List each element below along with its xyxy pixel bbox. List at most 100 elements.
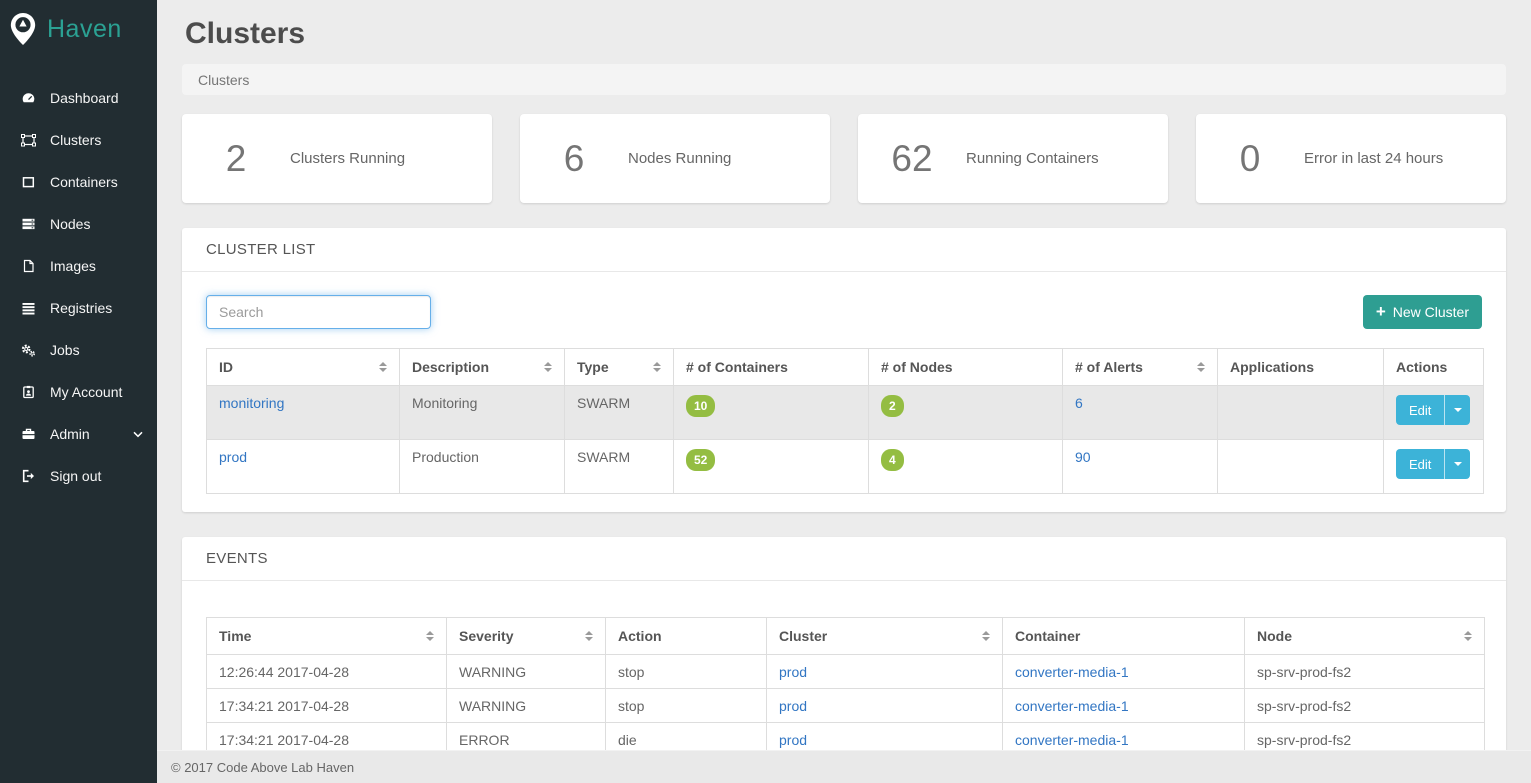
clusters-icon — [20, 132, 37, 148]
cluster-list-panel-title: CLUSTER LIST — [182, 228, 1506, 272]
stat-label: Nodes Running — [628, 150, 731, 167]
sort-icon — [544, 362, 552, 372]
event-container-link[interactable]: converter-media-1 — [1015, 664, 1129, 680]
column-header-description[interactable]: Description — [400, 349, 565, 386]
events-table: Time Severity Action Cluster Container N… — [206, 617, 1485, 757]
stat-card-nodes-running: 6 Nodes Running — [520, 114, 830, 203]
alerts-count-link[interactable]: 90 — [1075, 449, 1091, 465]
edit-split-button: Edit — [1396, 395, 1470, 425]
sidebar-item-label: Dashboard — [50, 90, 119, 106]
my-account-icon — [20, 384, 37, 400]
new-cluster-button[interactable]: + New Cluster — [1363, 295, 1482, 329]
new-cluster-button-label: New Cluster — [1393, 304, 1469, 320]
haven-pin-icon — [10, 13, 36, 45]
containers-count-badge: 52 — [686, 449, 715, 471]
sidebar-item-images[interactable]: Images — [0, 245, 157, 287]
chevron-down-icon — [133, 431, 143, 438]
sidebar-item-label: Clusters — [50, 132, 101, 148]
jobs-icon — [20, 342, 37, 358]
sidebar-item-dashboard[interactable]: Dashboard — [0, 77, 157, 119]
event-row: 12:26:44 2017-04-28 WARNING stop prod co… — [207, 655, 1485, 689]
containers-count-badge: 10 — [686, 395, 715, 417]
cluster-row-prod: prod Production SWARM 52 4 90 Edit — [207, 440, 1484, 494]
stat-value: 62 — [858, 138, 966, 180]
stat-label: Error in last 24 hours — [1304, 150, 1443, 167]
column-header-nodes: # of Nodes — [869, 349, 1063, 386]
event-container-link[interactable]: converter-media-1 — [1015, 732, 1129, 748]
column-header-cluster[interactable]: Cluster — [767, 618, 1003, 655]
stat-card-errors-24h: 0 Error in last 24 hours — [1196, 114, 1506, 203]
column-header-severity[interactable]: Severity — [447, 618, 606, 655]
containers-icon — [20, 174, 37, 190]
column-header-action: Action — [606, 618, 767, 655]
cluster-description: Monitoring — [400, 386, 565, 440]
cluster-description: Production — [400, 440, 565, 494]
cluster-type: SWARM — [565, 440, 674, 494]
nodes-count-badge: 4 — [881, 449, 904, 471]
cluster-list-toolbar: + New Cluster — [206, 295, 1482, 329]
sidebar-item-admin[interactable]: Admin — [0, 413, 157, 455]
search-input[interactable] — [206, 295, 431, 329]
event-node: sp-srv-prod-fs2 — [1245, 689, 1485, 723]
event-cluster-link[interactable]: prod — [779, 664, 807, 680]
event-action: stop — [606, 655, 767, 689]
sort-icon — [379, 362, 387, 372]
cluster-applications — [1218, 440, 1384, 494]
column-header-id[interactable]: ID — [207, 349, 400, 386]
sidebar-item-label: Nodes — [50, 216, 90, 232]
sidebar-item-label: Images — [50, 258, 96, 274]
images-icon — [20, 258, 37, 274]
brand-name: Haven — [47, 15, 122, 44]
sidebar-item-sign-out[interactable]: Sign out — [0, 455, 157, 497]
cluster-applications — [1218, 386, 1384, 440]
column-header-container: Container — [1003, 618, 1245, 655]
sidebar-item-jobs[interactable]: Jobs — [0, 329, 157, 371]
column-header-node[interactable]: Node — [1245, 618, 1485, 655]
breadcrumb: Clusters — [182, 64, 1506, 95]
cluster-table: ID Description Type # of Containers # of… — [206, 348, 1484, 494]
edit-dropdown-toggle[interactable] — [1444, 395, 1470, 425]
event-node: sp-srv-prod-fs2 — [1245, 655, 1485, 689]
column-header-time[interactable]: Time — [207, 618, 447, 655]
event-cluster-link[interactable]: prod — [779, 698, 807, 714]
event-action: stop — [606, 689, 767, 723]
sidebar-item-my-account[interactable]: My Account — [0, 371, 157, 413]
event-severity: WARNING — [447, 689, 606, 723]
breadcrumb-item: Clusters — [198, 72, 249, 88]
plus-icon: + — [1376, 303, 1386, 320]
sidebar-item-label: Admin — [50, 426, 90, 442]
sidebar-item-containers[interactable]: Containers — [0, 161, 157, 203]
app-logo[interactable]: Haven — [0, 0, 157, 45]
stat-card-running-containers: 62 Running Containers — [858, 114, 1168, 203]
sidebar-item-registries[interactable]: Registries — [0, 287, 157, 329]
stat-card-clusters-running: 2 Clusters Running — [182, 114, 492, 203]
sidebar: Haven Dashboard Clusters Containers Node… — [0, 0, 157, 783]
event-time: 17:34:21 2017-04-28 — [207, 689, 447, 723]
column-header-alerts[interactable]: # of Alerts — [1063, 349, 1218, 386]
event-severity: WARNING — [447, 655, 606, 689]
footer-copyright: © 2017 Code Above Lab Haven — [171, 760, 354, 775]
cluster-id-link[interactable]: prod — [219, 449, 247, 465]
edit-button[interactable]: Edit — [1396, 395, 1444, 425]
event-cluster-link[interactable]: prod — [779, 732, 807, 748]
alerts-count-link[interactable]: 6 — [1075, 395, 1083, 411]
sidebar-item-clusters[interactable]: Clusters — [0, 119, 157, 161]
events-panel-body: Time Severity Action Cluster Container N… — [182, 581, 1506, 775]
column-header-containers: # of Containers — [674, 349, 869, 386]
column-header-type[interactable]: Type — [565, 349, 674, 386]
event-time: 12:26:44 2017-04-28 — [207, 655, 447, 689]
cluster-table-header-row: ID Description Type # of Containers # of… — [207, 349, 1484, 386]
stat-cards: 2 Clusters Running 6 Nodes Running 62 Ru… — [182, 114, 1506, 203]
sidebar-item-nodes[interactable]: Nodes — [0, 203, 157, 245]
sort-icon — [982, 631, 990, 641]
cluster-list-panel: CLUSTER LIST + New Cluster ID Descriptio… — [182, 228, 1506, 512]
edit-dropdown-toggle[interactable] — [1444, 449, 1470, 479]
edit-button[interactable]: Edit — [1396, 449, 1444, 479]
events-panel: EVENTS Time Severity Action Cluster Cont… — [182, 537, 1506, 775]
cluster-id-link[interactable]: monitoring — [219, 395, 284, 411]
event-row: 17:34:21 2017-04-28 WARNING stop prod co… — [207, 689, 1485, 723]
sign-out-icon — [20, 468, 37, 484]
event-container-link[interactable]: converter-media-1 — [1015, 698, 1129, 714]
caret-down-icon — [1454, 462, 1462, 466]
sidebar-nav: Dashboard Clusters Containers Nodes Imag… — [0, 77, 157, 497]
